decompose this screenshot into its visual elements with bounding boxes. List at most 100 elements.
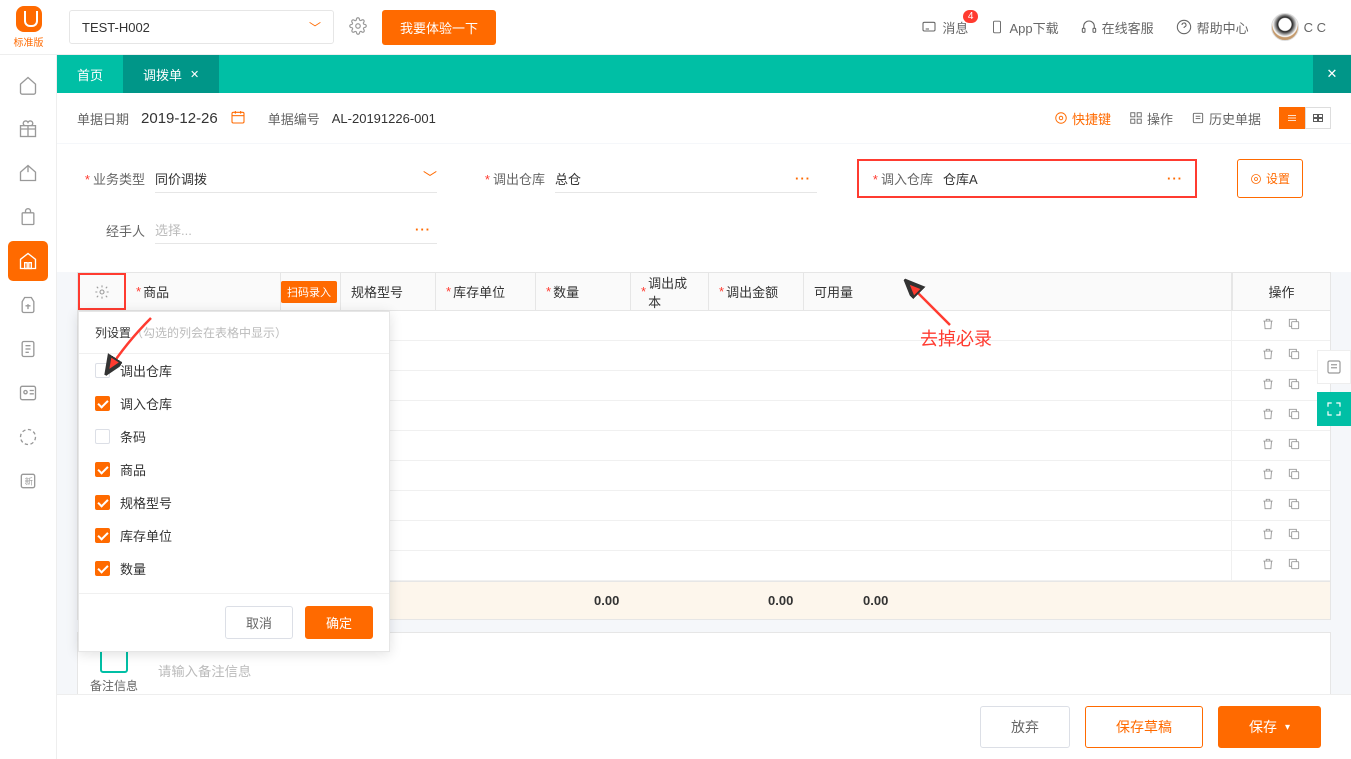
remark-input[interactable] xyxy=(158,645,1318,694)
copy-icon[interactable] xyxy=(1287,377,1301,394)
help-center-link[interactable]: 帮助中心 xyxy=(1176,18,1249,37)
settings-button[interactable]: 设置 xyxy=(1237,159,1303,198)
sidebar-item-purchase[interactable] xyxy=(8,153,48,193)
doc-no-label: 单据编号 xyxy=(268,109,320,128)
delete-icon[interactable] xyxy=(1261,377,1275,394)
column-option[interactable]: 调出仓库 xyxy=(79,354,389,387)
calendar-icon[interactable] xyxy=(230,109,246,128)
form-area: *业务类型 同价调拨﹀ *调出仓库 总仓··· *调入仓库 仓库A··· 设置 … xyxy=(57,144,1351,272)
column-option[interactable]: 规格型号 xyxy=(79,486,389,519)
message-icon xyxy=(921,19,937,35)
view-list-button[interactable] xyxy=(1279,107,1305,129)
avatar-icon xyxy=(1271,13,1299,41)
chevron-down-icon: ▾ xyxy=(1285,722,1290,733)
copy-icon[interactable] xyxy=(1287,437,1301,454)
logo[interactable]: 标准版 xyxy=(0,6,57,49)
close-icon[interactable]: ✕ xyxy=(190,68,199,81)
field-in-warehouse[interactable]: *调入仓库 仓库A··· xyxy=(857,159,1197,198)
float-note-button[interactable] xyxy=(1317,350,1351,384)
trial-button[interactable]: 我要体验一下 xyxy=(382,10,496,45)
column-option[interactable]: 数量 xyxy=(79,552,389,585)
sidebar-item-finance[interactable] xyxy=(8,285,48,325)
delete-icon[interactable] xyxy=(1261,317,1275,334)
th-qty: *数量 xyxy=(536,273,631,310)
delete-icon[interactable] xyxy=(1261,557,1275,574)
data-table: *商品 扫码录入 规格型号 *库存单位 *数量 *调出成本 *调出金额 可用量 … xyxy=(77,272,1331,620)
sidebar-item-home[interactable] xyxy=(8,65,48,105)
delete-icon[interactable] xyxy=(1261,407,1275,424)
doc-date-value[interactable]: 2019-12-26 xyxy=(141,110,218,127)
shortcut-link[interactable]: 快捷键 xyxy=(1054,109,1111,128)
copy-icon[interactable] xyxy=(1287,557,1301,574)
sidebar-item-new[interactable]: 新 xyxy=(8,461,48,501)
confirm-button[interactable]: 确定 xyxy=(305,606,373,639)
th-unit: *库存单位 xyxy=(436,273,536,310)
delete-icon[interactable] xyxy=(1261,347,1275,364)
gear-icon[interactable] xyxy=(349,17,367,38)
copy-icon[interactable] xyxy=(1287,467,1301,484)
column-list[interactable]: 调出仓库调入仓库条码商品规格型号库存单位数量单位2 xyxy=(79,353,389,593)
discard-button[interactable]: 放弃 xyxy=(980,706,1070,748)
app-download-label: App下载 xyxy=(1009,18,1058,37)
chevron-down-icon: ﹀ xyxy=(309,19,321,36)
th-scan[interactable]: 扫码录入 xyxy=(281,273,341,310)
field-biz-type[interactable]: *业务类型 同价调拨﹀ xyxy=(77,159,437,198)
user-menu[interactable]: C C xyxy=(1271,13,1326,41)
cancel-button[interactable]: 取消 xyxy=(225,606,293,639)
column-option[interactable]: 调入仓库 xyxy=(79,387,389,420)
sidebar-item-sync[interactable] xyxy=(8,417,48,457)
sidebar-item-contact[interactable] xyxy=(8,373,48,413)
column-settings-popup: 列设置（勾选的列会在表格中显示） 调出仓库调入仓库条码商品规格型号库存单位数量单… xyxy=(78,311,390,652)
org-selector-value: TEST-H002 xyxy=(82,20,309,35)
tab-transfer-order[interactable]: 调拨单 ✕ xyxy=(123,55,219,93)
view-card-button[interactable] xyxy=(1305,107,1331,129)
more-icon[interactable]: ··· xyxy=(789,171,817,186)
column-settings-button[interactable] xyxy=(78,273,126,310)
th-op: 操作 xyxy=(1232,273,1330,310)
footer-amount: 0.00 xyxy=(758,582,853,619)
app-download-link[interactable]: App下载 xyxy=(990,18,1058,37)
column-option[interactable]: 商品 xyxy=(79,453,389,486)
copy-icon[interactable] xyxy=(1287,527,1301,544)
footer-avail: 0.00 xyxy=(853,582,923,619)
field-out-warehouse[interactable]: *调出仓库 总仓··· xyxy=(477,159,817,198)
copy-icon[interactable] xyxy=(1287,497,1301,514)
sidebar-item-report[interactable] xyxy=(8,329,48,369)
checkbox-icon xyxy=(95,429,110,444)
sidebar-item-sales[interactable] xyxy=(8,197,48,237)
delete-icon[interactable] xyxy=(1261,527,1275,544)
footer-bar: 放弃 保存草稿 保存▾ xyxy=(57,694,1351,759)
copy-icon[interactable] xyxy=(1287,317,1301,334)
delete-icon[interactable] xyxy=(1261,437,1275,454)
messages-link[interactable]: 消息 4 xyxy=(921,18,968,37)
online-service-link[interactable]: 在线客服 xyxy=(1081,18,1154,37)
checkbox-icon xyxy=(95,462,110,477)
column-option[interactable]: 单位2 xyxy=(79,585,389,593)
tab-home[interactable]: 首页 xyxy=(57,55,123,93)
gear-icon xyxy=(1250,173,1262,185)
footer-qty: 0.00 xyxy=(584,582,680,619)
sidebar-item-gift[interactable] xyxy=(8,109,48,149)
delete-icon[interactable] xyxy=(1261,497,1275,514)
checkbox-icon xyxy=(95,561,110,576)
save-button[interactable]: 保存▾ xyxy=(1218,706,1321,748)
float-expand-button[interactable] xyxy=(1317,392,1351,426)
field-handler[interactable]: 经手人 选择...··· xyxy=(77,216,437,244)
copy-icon[interactable] xyxy=(1287,407,1301,424)
copy-icon[interactable] xyxy=(1287,347,1301,364)
more-icon[interactable]: ··· xyxy=(409,222,437,237)
more-icon[interactable]: ··· xyxy=(1161,171,1189,186)
th-product: *商品 xyxy=(126,273,281,310)
sidebar-item-inventory[interactable] xyxy=(8,241,48,281)
online-service-label: 在线客服 xyxy=(1102,18,1154,37)
org-selector[interactable]: TEST-H002 ﹀ xyxy=(69,10,334,44)
column-option[interactable]: 库存单位 xyxy=(79,519,389,552)
history-link[interactable]: 历史单据 xyxy=(1191,109,1261,128)
close-all-tabs[interactable]: ✕ xyxy=(1313,55,1351,93)
save-draft-button[interactable]: 保存草稿 xyxy=(1085,706,1203,748)
operate-link[interactable]: 操作 xyxy=(1129,109,1173,128)
th-amount: *调出金额 xyxy=(709,273,804,310)
delete-icon[interactable] xyxy=(1261,467,1275,484)
grid-icon xyxy=(1129,111,1143,125)
column-option[interactable]: 条码 xyxy=(79,420,389,453)
